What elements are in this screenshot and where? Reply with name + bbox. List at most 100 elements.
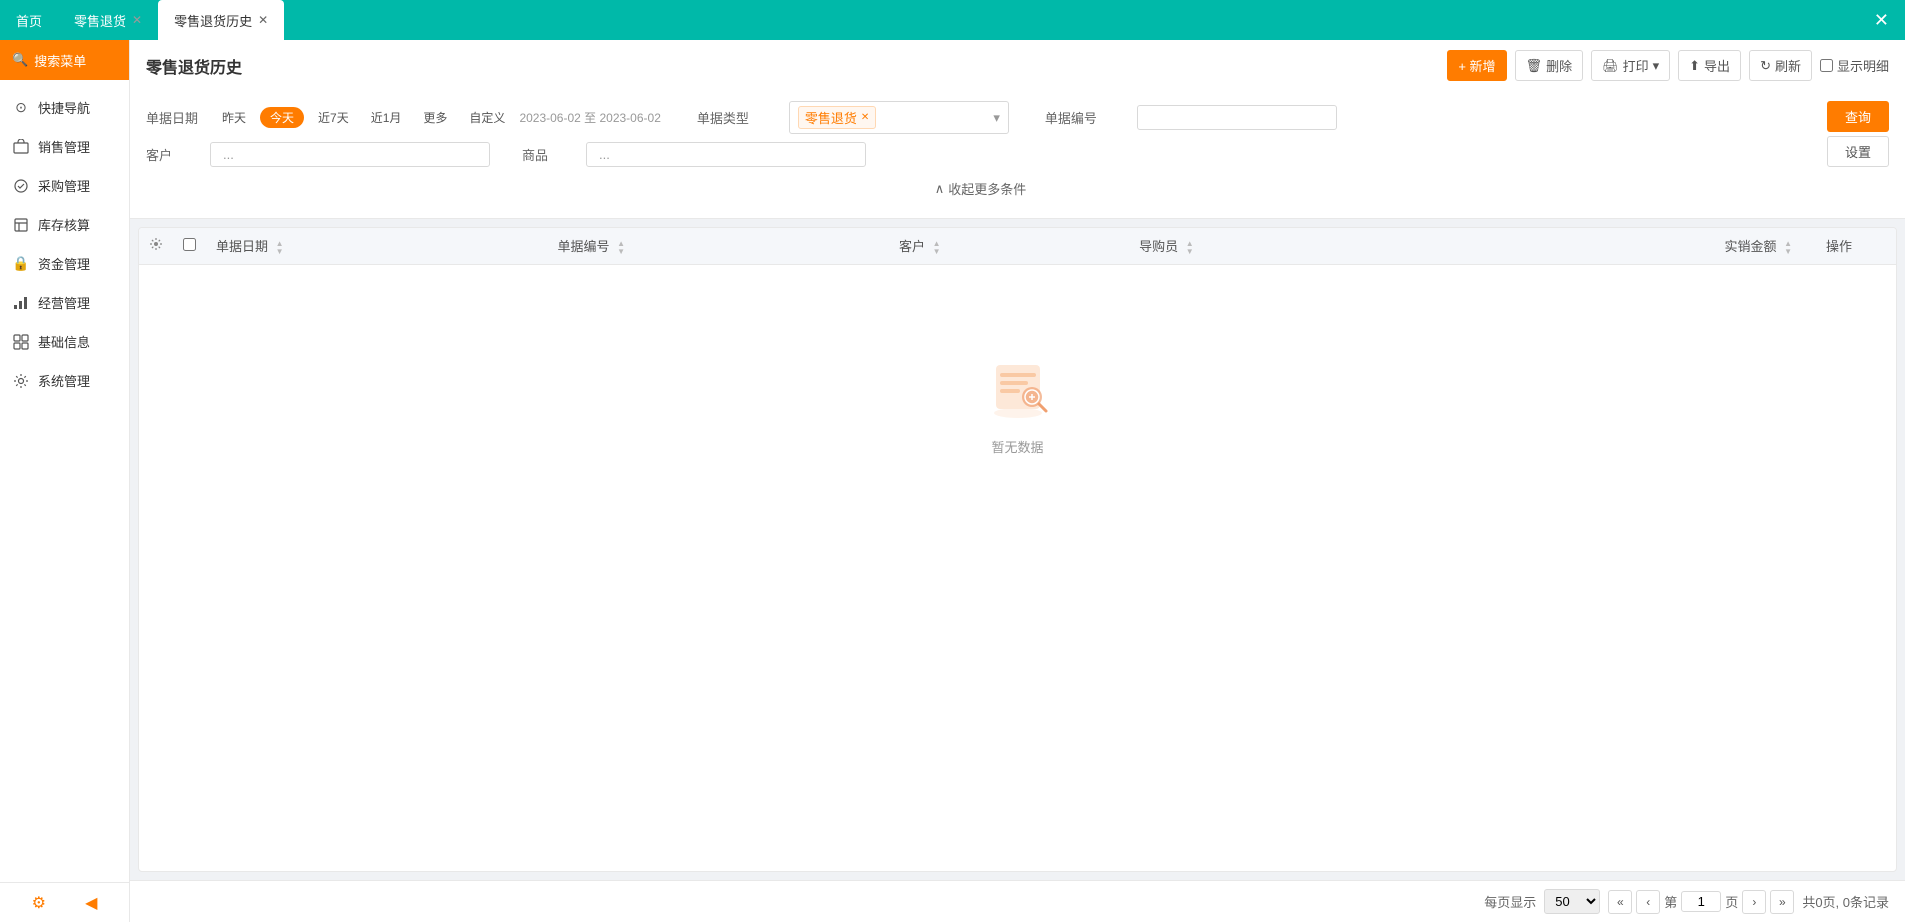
- window-close-button[interactable]: ✕: [1858, 10, 1905, 31]
- main-layout: 🔍 搜索菜单 ⊙ 快捷导航 销售管理 采购管理: [0, 40, 1905, 922]
- toolbar: + 新增 🗑 删除 🖨 打印 ▾ ⬆ 导出: [1447, 50, 1889, 81]
- filter-area: 单据日期 昨天 今天 近7天 近1月 更多 自定义 2023-06-02 至 2…: [146, 91, 1889, 218]
- th-customer[interactable]: 客户 ▲▼: [889, 228, 1129, 264]
- page-title: 零售退货历史: [146, 54, 242, 78]
- total-text: 共0页, 0条记录: [1802, 892, 1889, 911]
- display-toggle[interactable]: 显示明细: [1820, 56, 1889, 75]
- page-unit: 页: [1725, 892, 1738, 911]
- sort-icon-number: ▲▼: [617, 240, 625, 256]
- top-bar: + 新增 首页 零售退货 ✕ 零售退货历史 ✕ ✕: [0, 0, 1905, 40]
- goods-filter-select[interactable]: ...: [586, 142, 866, 167]
- th-setting[interactable]: [139, 228, 173, 264]
- last-page-btn[interactable]: »: [1770, 890, 1794, 914]
- empty-icon: [978, 345, 1058, 425]
- page-size-select[interactable]: 50 100 200: [1544, 889, 1600, 914]
- next-page-btn[interactable]: ›: [1742, 890, 1766, 914]
- search-icon: 🔍: [12, 52, 28, 68]
- add-button[interactable]: + 新增: [1447, 50, 1506, 81]
- date-range-text: 2023-06-02 至 2023-06-02: [519, 109, 660, 126]
- sort-icon-date: ▲▼: [276, 240, 284, 256]
- sidebar-item-quicknav[interactable]: ⊙ 快捷导航: [0, 88, 129, 127]
- sidebar-item-finance[interactable]: 🔒 资金管理: [0, 244, 129, 283]
- customer-filter-select[interactable]: ...: [210, 142, 490, 167]
- date-filter-label: 单据日期: [146, 108, 202, 127]
- page-input[interactable]: [1681, 891, 1721, 912]
- tab-retail-return[interactable]: 零售退货 ✕: [58, 0, 158, 40]
- sidebar-item-operations[interactable]: 经营管理: [0, 283, 129, 322]
- table-header-row: 单据日期 ▲▼ 单据编号 ▲▼ 客户 ▲▼ 导购员: [139, 228, 1896, 264]
- basicinfo-icon: [12, 333, 30, 351]
- th-checkbox[interactable]: [173, 228, 206, 264]
- page-word: 第: [1664, 892, 1677, 911]
- tab-retail-return-history[interactable]: 零售退货历史 ✕: [158, 0, 284, 40]
- data-table: 单据日期 ▲▼ 单据编号 ▲▼ 客户 ▲▼ 导购员: [139, 228, 1896, 536]
- sidebar-item-basicinfo[interactable]: 基础信息: [0, 322, 129, 361]
- type-filter-select[interactable]: 零售退货 ✕ ▾: [789, 101, 1009, 134]
- quicknav-icon: ⊙: [12, 99, 30, 117]
- tab-list: + 新增 首页 零售退货 ✕ 零售退货历史 ✕: [0, 0, 1858, 40]
- date-btn-more[interactable]: 更多: [415, 107, 455, 128]
- sort-icon-amount: ▲▼: [1784, 240, 1792, 256]
- delete-button[interactable]: 🗑 删除: [1515, 50, 1584, 81]
- tab-home[interactable]: + 新增 首页: [0, 0, 58, 40]
- system-icon: [12, 372, 30, 390]
- date-btn-1month[interactable]: 近1月: [363, 107, 410, 128]
- collapse-filter-btn[interactable]: ∧ 收起更多条件: [923, 175, 1039, 202]
- number-filter-input[interactable]: [1137, 105, 1337, 130]
- filter-main-row: 单据日期 昨天 今天 近7天 近1月 更多 自定义 2023-06-02 至 2…: [146, 101, 1889, 208]
- page-title-row: 零售退货历史 + 新增 🗑 删除 🖨 打印 ▾ ⬆: [146, 50, 1889, 81]
- pagination-bar: 每页显示 50 100 200 « ‹ 第 页 › » 共0页, 0条记录: [130, 880, 1905, 922]
- inventory-icon: [12, 216, 30, 234]
- sidebar-item-purchase[interactable]: 采购管理: [0, 166, 129, 205]
- select-all-checkbox[interactable]: [183, 238, 196, 251]
- purchase-icon: [12, 177, 30, 195]
- tab-close-retail-return[interactable]: ✕: [132, 13, 142, 27]
- print-button[interactable]: 🖨 打印 ▾: [1591, 50, 1670, 81]
- export-button[interactable]: ⬆ 导出: [1678, 50, 1741, 81]
- th-date[interactable]: 单据日期 ▲▼: [206, 228, 548, 264]
- content-area: 零售退货历史 + 新增 🗑 删除 🖨 打印 ▾ ⬆: [130, 40, 1905, 922]
- sidebar: 🔍 搜索菜单 ⊙ 快捷导航 销售管理 采购管理: [0, 40, 130, 922]
- first-page-btn[interactable]: «: [1608, 890, 1632, 914]
- table-container: 单据日期 ▲▼ 单据编号 ▲▼ 客户 ▲▼ 导购员: [138, 227, 1897, 872]
- sidebar-item-system[interactable]: 系统管理: [0, 361, 129, 400]
- settings-bottom-icon[interactable]: ⚙: [32, 893, 46, 913]
- tab-close-retail-return-history[interactable]: ✕: [258, 13, 268, 27]
- finance-icon: 🔒: [12, 255, 30, 273]
- collapse-sidebar-icon[interactable]: ◀: [85, 893, 97, 913]
- filter-fields: 单据日期 昨天 今天 近7天 近1月 更多 自定义 2023-06-02 至 2…: [146, 101, 1815, 208]
- display-toggle-checkbox[interactable]: [1820, 59, 1833, 72]
- sidebar-item-sales[interactable]: 销售管理: [0, 127, 129, 166]
- sidebar-search[interactable]: 🔍 搜索菜单: [0, 40, 129, 80]
- sort-icon-guide: ▲▼: [1186, 240, 1194, 256]
- customer-filter-item: 客户 ...: [146, 142, 490, 167]
- query-setting-col: 查询 设置: [1827, 101, 1889, 167]
- date-btn-yesterday[interactable]: 昨天: [214, 107, 254, 128]
- th-number[interactable]: 单据编号 ▲▼: [548, 228, 890, 264]
- th-amount[interactable]: 实销金额 ▲▼: [1420, 228, 1816, 264]
- number-filter-label: 单据编号: [1045, 108, 1125, 127]
- filter-row-2: 客户 ... 商品 ...: [146, 142, 1815, 167]
- empty-text: 暂无数据: [991, 437, 1043, 456]
- query-button[interactable]: 查询: [1827, 101, 1889, 132]
- sidebar-nav: ⊙ 快捷导航 销售管理 采购管理 库存核算: [0, 80, 129, 882]
- prev-page-btn[interactable]: ‹: [1636, 890, 1660, 914]
- date-btn-custom[interactable]: 自定义: [461, 107, 513, 128]
- page-size-label: 每页显示: [1484, 892, 1536, 911]
- date-btn-today[interactable]: 今天: [260, 107, 304, 128]
- sidebar-item-inventory[interactable]: 库存核算: [0, 205, 129, 244]
- refresh-button[interactable]: ↻ 刷新: [1749, 50, 1812, 81]
- empty-state: 暂无数据: [139, 265, 1896, 536]
- th-op: 操作: [1816, 228, 1896, 264]
- filter-row-1: 单据日期 昨天 今天 近7天 近1月 更多 自定义 2023-06-02 至 2…: [146, 101, 1815, 134]
- sidebar-bottom: ⚙ ◀: [0, 882, 129, 922]
- customer-filter-label: 客户: [146, 145, 202, 164]
- type-filter-tag-close[interactable]: ✕: [861, 112, 869, 123]
- setting-button[interactable]: 设置: [1827, 136, 1889, 167]
- date-btn-7days[interactable]: 近7天: [310, 107, 357, 128]
- date-filter: 昨天 今天 近7天 近1月 更多 自定义 2023-06-02 至 2023-0…: [214, 107, 661, 128]
- type-filter-tag: 零售退货 ✕: [798, 106, 876, 129]
- operations-icon: [12, 294, 30, 312]
- th-guide[interactable]: 导购员 ▲▼: [1129, 228, 1420, 264]
- goods-filter-item: 商品 ...: [522, 142, 866, 167]
